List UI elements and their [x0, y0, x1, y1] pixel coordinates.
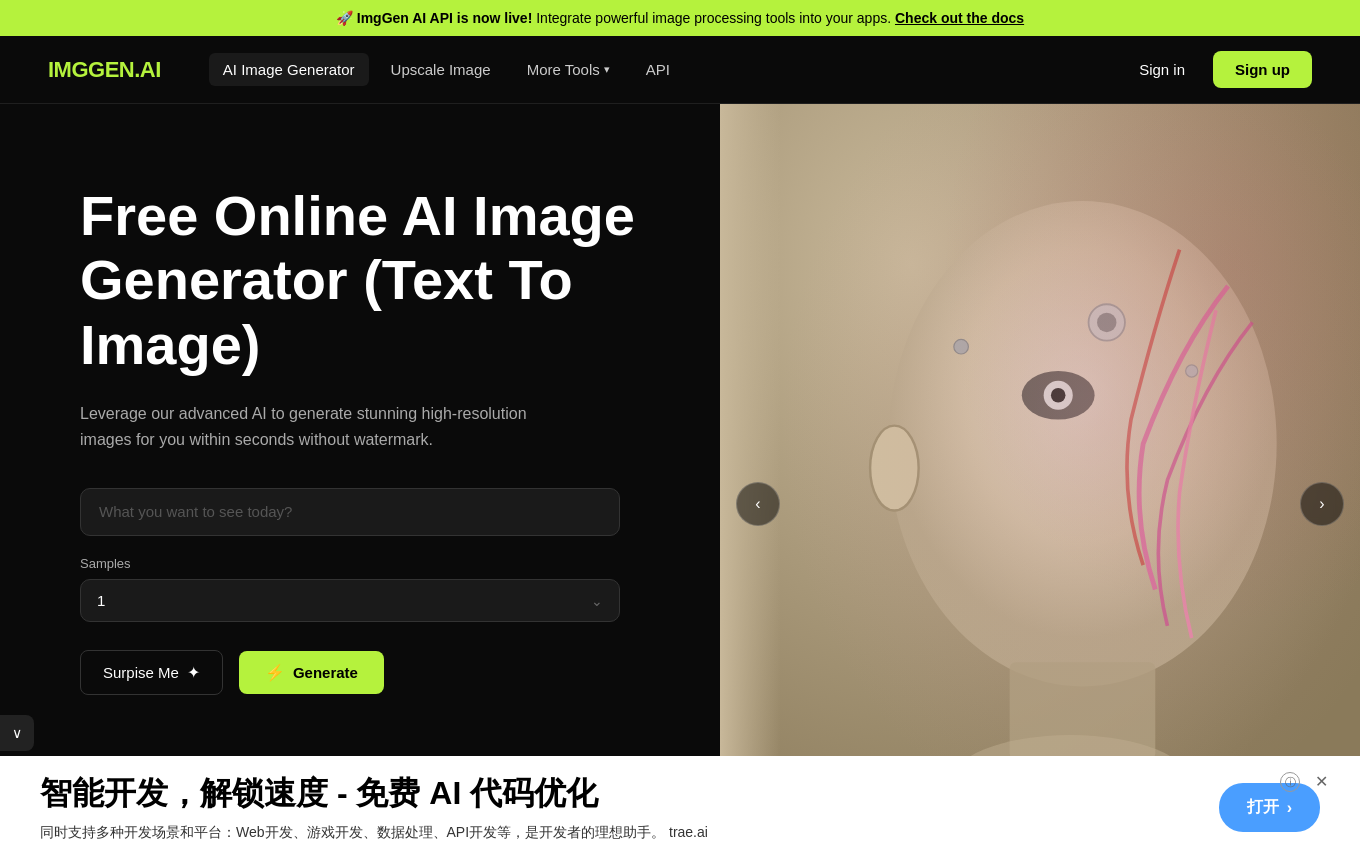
- nav-label: API: [646, 61, 670, 78]
- ad-cta-label: 打开: [1247, 797, 1279, 818]
- announce-link[interactable]: Check out the docs: [895, 10, 1024, 26]
- ad-cta-arrow: ›: [1287, 799, 1292, 817]
- announce-rocket: 🚀: [336, 10, 353, 26]
- hero-subtitle: Leverage our advanced AI to generate stu…: [80, 401, 540, 452]
- nav-auth: Sign in Sign up: [1123, 51, 1312, 88]
- samples-select-wrapper: 1 2 3 4 ⌄: [80, 579, 620, 622]
- ad-title: 智能开发，解锁速度 - 免费 AI 代码优化: [40, 772, 1199, 816]
- samples-label: Samples: [80, 556, 660, 571]
- surprise-button[interactable]: Surpise Me ✦: [80, 650, 223, 695]
- nav-ai-image-generator[interactable]: AI Image Generator: [209, 53, 369, 86]
- logo-dot: .AI: [134, 57, 161, 82]
- logo[interactable]: IMGGEN.AI: [48, 57, 161, 83]
- hero-section: Free Online AI Image Generator (Text To …: [0, 104, 1360, 859]
- action-buttons: Surpise Me ✦ ⚡ Generate: [80, 650, 660, 695]
- ad-content: 智能开发，解锁速度 - 免费 AI 代码优化 同时支持多种开发场景和平台：Web…: [40, 772, 1199, 843]
- nav-more-tools[interactable]: More Tools ▾: [513, 53, 624, 86]
- announcement-bar: 🚀 ImgGen AI API is now live! Integrate p…: [0, 0, 1360, 36]
- ad-description: 同时支持多种开发场景和平台：Web开发、游戏开发、数据处理、API开发等，是开发…: [40, 822, 1199, 843]
- generate-icon: ⚡: [265, 663, 285, 682]
- navbar: IMGGEN.AI AI Image Generator Upscale Ima…: [0, 36, 1360, 104]
- nav-label: AI Image Generator: [223, 61, 355, 78]
- signup-button[interactable]: Sign up: [1213, 51, 1312, 88]
- generate-button[interactable]: ⚡ Generate: [239, 651, 384, 694]
- nav-label: More Tools: [527, 61, 600, 78]
- ad-close-icon[interactable]: ✕: [1315, 772, 1328, 791]
- hero-robot-image: [720, 104, 1360, 859]
- ad-info-icon[interactable]: ⓘ: [1280, 772, 1300, 792]
- nav-upscale-image[interactable]: Upscale Image: [377, 53, 505, 86]
- signin-button[interactable]: Sign in: [1123, 53, 1201, 86]
- prompt-input[interactable]: [99, 503, 601, 520]
- chevron-down-icon: ∨: [12, 725, 22, 741]
- collapse-button[interactable]: ∨: [0, 715, 34, 751]
- generate-label: Generate: [293, 664, 358, 681]
- surprise-label: Surpise Me: [103, 664, 179, 681]
- announce-text: Integrate powerful image processing tool…: [536, 10, 891, 26]
- samples-select[interactable]: 1 2 3 4: [97, 592, 591, 609]
- announce-highlight: ImgGen AI API is now live!: [357, 10, 533, 26]
- nav-api[interactable]: API: [632, 53, 684, 86]
- hero-content: Free Online AI Image Generator (Text To …: [0, 104, 720, 859]
- nav-label: Upscale Image: [391, 61, 491, 78]
- prompt-input-wrapper: [80, 488, 620, 536]
- logo-text: IMGGEN.AI: [48, 57, 161, 82]
- ad-cta-button[interactable]: 打开 ›: [1219, 783, 1320, 832]
- carousel-next-button[interactable]: ›: [1300, 482, 1344, 526]
- select-chevron-icon: ⌄: [591, 593, 603, 609]
- nav-links: AI Image Generator Upscale Image More To…: [209, 53, 1123, 86]
- ad-banner: ⓘ ✕ 智能开发，解锁速度 - 免费 AI 代码优化 同时支持多种开发场景和平台…: [0, 756, 1360, 859]
- sparkle-icon: ✦: [187, 663, 200, 682]
- hero-image-area: ‹ ›: [720, 104, 1360, 859]
- chevron-down-icon: ▾: [604, 63, 610, 76]
- carousel-prev-button[interactable]: ‹: [736, 482, 780, 526]
- hero-title: Free Online AI Image Generator (Text To …: [80, 184, 660, 377]
